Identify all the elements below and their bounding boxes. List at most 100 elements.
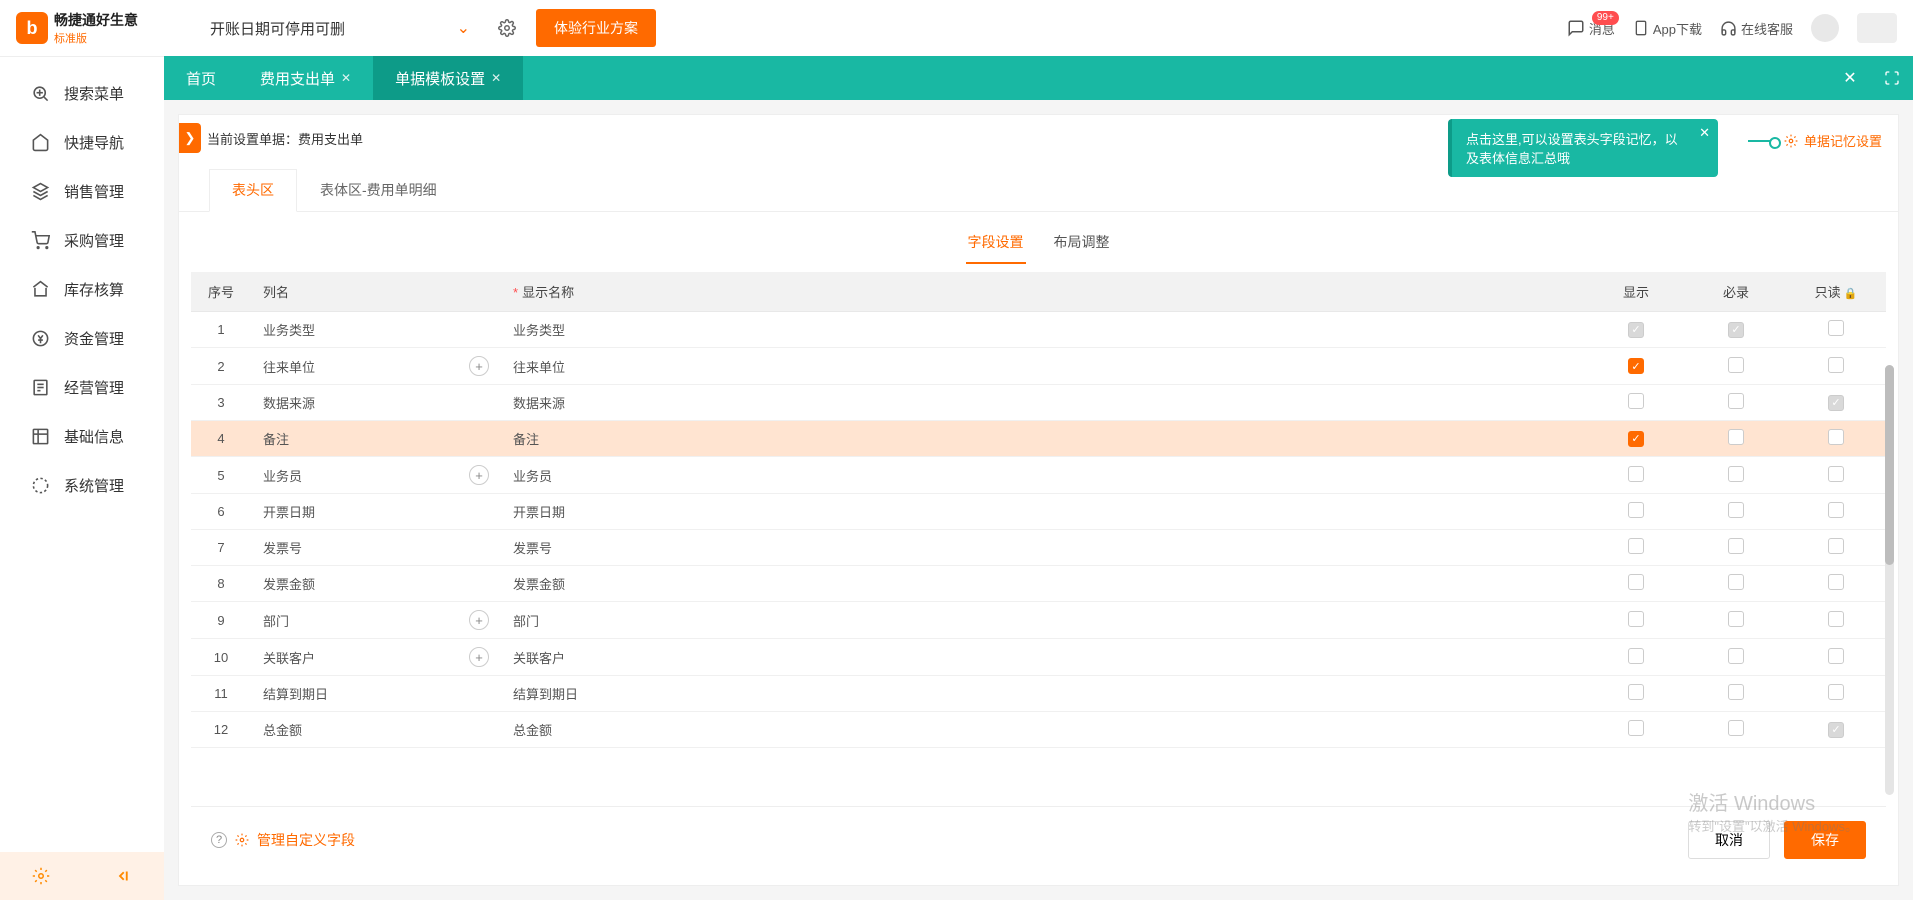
sidebar-item-5[interactable]: 资金管理: [0, 314, 164, 363]
checkbox[interactable]: [1728, 720, 1744, 736]
close-all-icon[interactable]: ✕: [1829, 56, 1871, 100]
table-row[interactable]: 1业务类型业务类型✓✓: [191, 312, 1886, 348]
tab-2[interactable]: 单据模板设置✕: [373, 56, 523, 100]
sidebar-item-3[interactable]: 采购管理: [0, 216, 164, 265]
checkbox[interactable]: ✓: [1628, 358, 1644, 374]
scrollbar-thumb[interactable]: [1885, 365, 1894, 565]
cell-display[interactable]: 结算到期日: [501, 676, 1586, 712]
messages-link[interactable]: 消息 99+: [1567, 19, 1615, 38]
cell-display[interactable]: 发票金额: [501, 566, 1586, 602]
cell-display[interactable]: 总金额: [501, 712, 1586, 748]
tab-1[interactable]: 费用支出单✕: [238, 56, 373, 100]
sidebar-item-8[interactable]: 系统管理: [0, 461, 164, 510]
checkbox[interactable]: [1728, 466, 1744, 482]
zone-tab-1[interactable]: 表体区-费用单明细: [297, 169, 460, 211]
cell-display[interactable]: 数据来源: [501, 385, 1586, 421]
checkbox[interactable]: [1728, 538, 1744, 554]
table-row[interactable]: 10关联客户+关联客户: [191, 639, 1886, 676]
table-row[interactable]: 3数据来源数据来源✓: [191, 385, 1886, 421]
checkbox[interactable]: [1828, 429, 1844, 445]
add-icon[interactable]: +: [469, 647, 489, 667]
customer-service-link[interactable]: 在线客服: [1720, 19, 1793, 38]
checkbox[interactable]: [1628, 502, 1644, 518]
custom-field-link[interactable]: 管理自定义字段: [257, 830, 355, 850]
fullscreen-icon[interactable]: [1871, 56, 1913, 100]
checkbox[interactable]: [1628, 611, 1644, 627]
table-row[interactable]: 7发票号发票号: [191, 530, 1886, 566]
checkbox[interactable]: [1728, 574, 1744, 590]
add-icon[interactable]: +: [469, 356, 489, 376]
sub-tab-0[interactable]: 字段设置: [966, 226, 1026, 264]
checkbox[interactable]: [1728, 648, 1744, 664]
sidebar-item-7[interactable]: 基础信息: [0, 412, 164, 461]
avatar[interactable]: [1811, 14, 1839, 42]
checkbox[interactable]: [1828, 502, 1844, 518]
table-row[interactable]: 2往来单位+往来单位✓: [191, 348, 1886, 385]
checkbox[interactable]: [1828, 538, 1844, 554]
cell-display[interactable]: 开票日期: [501, 494, 1586, 530]
sidebar-item-0[interactable]: 搜索菜单: [0, 69, 164, 118]
checkbox[interactable]: [1628, 720, 1644, 736]
checkbox[interactable]: ✓: [1628, 431, 1644, 447]
cell-display[interactable]: 往来单位: [501, 348, 1586, 385]
checkbox[interactable]: [1628, 466, 1644, 482]
logo[interactable]: b 畅捷通好生意 标准版: [16, 10, 180, 46]
checkbox[interactable]: [1828, 574, 1844, 590]
zone-tab-0[interactable]: 表头区: [209, 169, 297, 212]
table-row[interactable]: 11结算到期日结算到期日: [191, 676, 1886, 712]
table-row[interactable]: 12总金额总金额✓: [191, 712, 1886, 748]
checkbox[interactable]: [1728, 393, 1744, 409]
tab-close-icon[interactable]: ✕: [341, 71, 351, 85]
checkbox[interactable]: [1728, 502, 1744, 518]
checkbox[interactable]: [1628, 538, 1644, 554]
table-row[interactable]: 9部门+部门: [191, 602, 1886, 639]
tab-close-icon[interactable]: ✕: [491, 71, 501, 85]
sidebar-item-6[interactable]: 经营管理: [0, 363, 164, 412]
add-icon[interactable]: +: [469, 465, 489, 485]
checkbox[interactable]: [1828, 611, 1844, 627]
checkbox[interactable]: [1728, 357, 1744, 373]
checkbox[interactable]: [1828, 320, 1844, 336]
expand-button[interactable]: ❯: [179, 123, 201, 153]
table-row[interactable]: 5业务员+业务员: [191, 457, 1886, 494]
checkbox[interactable]: [1628, 684, 1644, 700]
checkbox[interactable]: [1728, 611, 1744, 627]
checkbox[interactable]: [1628, 574, 1644, 590]
checkbox[interactable]: [1728, 684, 1744, 700]
checkbox[interactable]: [1828, 466, 1844, 482]
sub-tab-1[interactable]: 布局调整: [1052, 226, 1112, 264]
table-row[interactable]: 6开票日期开票日期: [191, 494, 1886, 530]
cell-display[interactable]: 业务类型: [501, 312, 1586, 348]
org-selector[interactable]: 开账日期可停用可删 ⌄: [200, 18, 480, 39]
cell-display[interactable]: 部门: [501, 602, 1586, 639]
cell-display[interactable]: 关联客户: [501, 639, 1586, 676]
cell-display[interactable]: 业务员: [501, 457, 1586, 494]
checkbox[interactable]: [1828, 648, 1844, 664]
help-icon[interactable]: ?: [211, 832, 227, 848]
cell-display[interactable]: 备注: [501, 421, 1586, 457]
cancel-button[interactable]: 取消: [1688, 821, 1770, 859]
table-scroll[interactable]: 序号 列名 *显示名称 显示 必录 只读🔒 1业务类型业务类型✓✓2往来单位+往…: [179, 264, 1898, 806]
experience-button[interactable]: 体验行业方案: [536, 9, 656, 47]
collapse-icon[interactable]: [114, 867, 132, 885]
checkbox[interactable]: [1728, 429, 1744, 445]
app-download-link[interactable]: App下载: [1633, 19, 1702, 38]
sidebar-item-1[interactable]: 快捷导航: [0, 118, 164, 167]
table-row[interactable]: 8发票金额发票金额: [191, 566, 1886, 602]
account-block[interactable]: [1857, 13, 1897, 43]
checkbox[interactable]: [1828, 684, 1844, 700]
sidebar-item-2[interactable]: 销售管理: [0, 167, 164, 216]
scrollbar[interactable]: [1885, 365, 1894, 795]
checkbox[interactable]: [1628, 648, 1644, 664]
sidebar-item-4[interactable]: 库存核算: [0, 265, 164, 314]
checkbox[interactable]: [1828, 357, 1844, 373]
cell-display[interactable]: 发票号: [501, 530, 1586, 566]
checkbox[interactable]: [1628, 393, 1644, 409]
tooltip-close-icon[interactable]: ✕: [1699, 125, 1710, 141]
save-button[interactable]: 保存: [1784, 821, 1866, 859]
tab-0[interactable]: 首页: [164, 56, 238, 100]
add-icon[interactable]: +: [469, 610, 489, 630]
gear-icon[interactable]: [32, 867, 50, 885]
memory-settings-link[interactable]: 单据记忆设置: [1748, 131, 1882, 150]
settings-icon[interactable]: [498, 19, 516, 37]
